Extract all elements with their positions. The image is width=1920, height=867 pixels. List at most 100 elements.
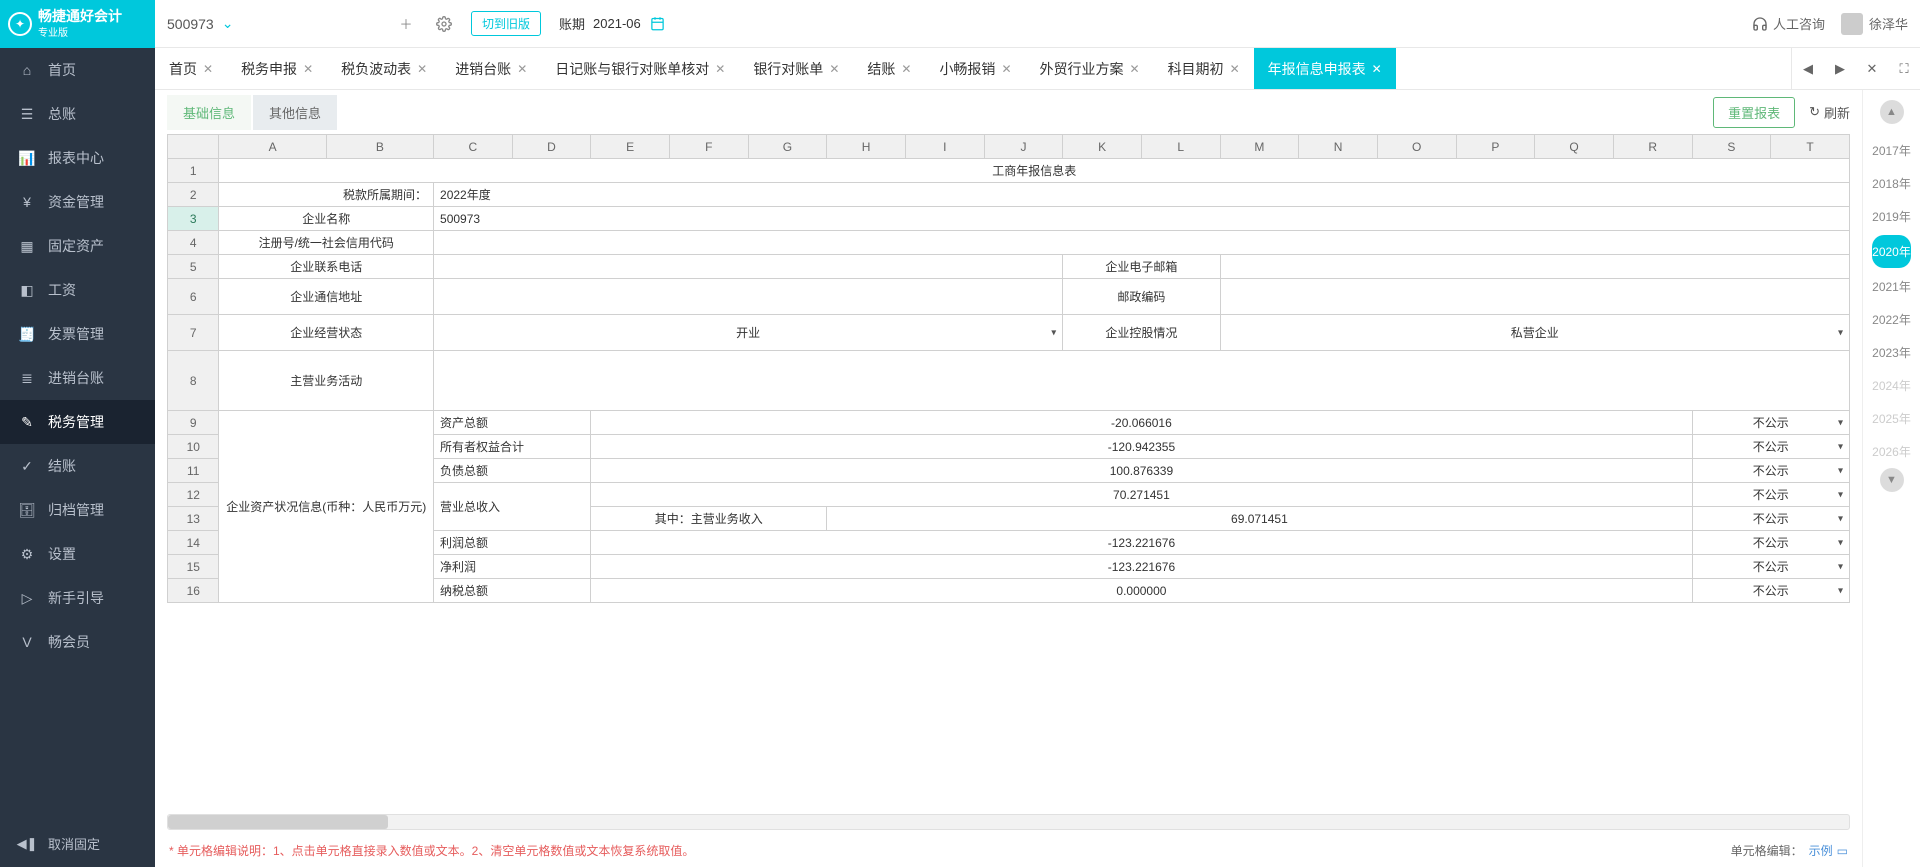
col-P[interactable]: P: [1456, 135, 1535, 159]
year-scroll-up[interactable]: ▲: [1880, 100, 1904, 124]
year-2024年[interactable]: 2024年: [1868, 369, 1915, 402]
year-2020年[interactable]: 2020年: [1872, 235, 1911, 268]
cell-assetrow-disclose-2[interactable]: 不公示: [1692, 459, 1849, 483]
row-2[interactable]: 2: [168, 183, 219, 207]
calendar-icon[interactable]: [647, 13, 669, 35]
sidebar-item-purchase[interactable]: ≣进销台账: [0, 356, 155, 400]
close-icon[interactable]: ✕: [1001, 62, 1011, 76]
row-14[interactable]: 14: [168, 531, 219, 555]
tab-首页[interactable]: 首页✕: [155, 48, 227, 89]
close-icon[interactable]: ✕: [203, 62, 213, 76]
col-M[interactable]: M: [1220, 135, 1299, 159]
sidebar-item-vip[interactable]: V畅会员: [0, 620, 155, 664]
cell-assetrow-value-0[interactable]: -20.066016: [591, 411, 1692, 435]
sidebar-item-salary[interactable]: ◧工资: [0, 268, 155, 312]
sidebar-item-closing[interactable]: ✓结账: [0, 444, 155, 488]
gear-icon[interactable]: [433, 13, 455, 35]
col-E[interactable]: E: [591, 135, 670, 159]
example-link[interactable]: 示例: [1809, 842, 1833, 859]
period-value[interactable]: 2021-06: [593, 16, 641, 31]
horizontal-scrollbar[interactable]: [167, 814, 1850, 830]
close-icon[interactable]: ✕: [303, 62, 313, 76]
row-3[interactable]: 3: [168, 207, 219, 231]
tab-税负波动表[interactable]: 税负波动表✕: [327, 48, 441, 89]
unpin-button[interactable]: ◀❚ 取消固定: [0, 820, 155, 867]
cell-company-value[interactable]: 500973: [434, 207, 1850, 231]
sidebar-item-invoice[interactable]: 🧾发票管理: [0, 312, 155, 356]
spreadsheet[interactable]: ABCDEFGHIJKLMNOPQRST1工商年报信息表2税款所属期间：2022…: [167, 134, 1850, 812]
reset-button[interactable]: 重置报表: [1713, 97, 1795, 128]
row-7[interactable]: 7: [168, 315, 219, 351]
close-icon[interactable]: ✕: [1130, 62, 1140, 76]
tab-进销台账[interactable]: 进销台账✕: [441, 48, 541, 89]
col-H[interactable]: H: [827, 135, 906, 159]
cell-phone-value[interactable]: [434, 255, 1063, 279]
col-D[interactable]: D: [512, 135, 591, 159]
add-icon[interactable]: ＋: [395, 13, 417, 35]
sheet-corner[interactable]: [168, 135, 219, 159]
year-2026年[interactable]: 2026年: [1868, 435, 1915, 468]
tab-外贸行业方案[interactable]: 外贸行业方案✕: [1026, 48, 1154, 89]
col-K[interactable]: K: [1063, 135, 1142, 159]
tab-小畅报销[interactable]: 小畅报销✕: [925, 48, 1025, 89]
col-J[interactable]: J: [984, 135, 1063, 159]
cell-assetrow-disclose-0[interactable]: 不公示: [1692, 411, 1849, 435]
user-menu[interactable]: 徐泽华: [1841, 13, 1908, 35]
sidebar-item-ledger[interactable]: ☰总账: [0, 92, 155, 136]
cell-creditcode-value[interactable]: [434, 231, 1850, 255]
cell-email-value[interactable]: [1220, 255, 1849, 279]
col-O[interactable]: O: [1377, 135, 1456, 159]
tab-close-all[interactable]: ✕: [1856, 61, 1888, 77]
close-icon[interactable]: ✕: [1372, 62, 1382, 76]
sidebar-item-home[interactable]: ⌂首页: [0, 48, 155, 92]
cell-period-value[interactable]: 2022年度: [434, 183, 1850, 207]
cell-postcode-value[interactable]: [1220, 279, 1849, 315]
tab-科目期初[interactable]: 科目期初✕: [1154, 48, 1254, 89]
row-15[interactable]: 15: [168, 555, 219, 579]
old-version-button[interactable]: 切到旧版: [471, 11, 541, 36]
col-S[interactable]: S: [1692, 135, 1771, 159]
close-icon[interactable]: ✕: [901, 62, 911, 76]
tab-结账[interactable]: 结账✕: [853, 48, 925, 89]
row-12[interactable]: 12: [168, 483, 219, 507]
tab-prev[interactable]: ◀: [1792, 61, 1824, 77]
col-I[interactable]: I: [905, 135, 984, 159]
cell-assetrow-disclose-3[interactable]: 不公示: [1692, 483, 1849, 507]
cell-assetrow-value-6[interactable]: 0.000000: [591, 579, 1692, 603]
sheet-tab-basic[interactable]: 基础信息: [167, 95, 251, 130]
sheet-tab-other[interactable]: 其他信息: [253, 95, 337, 130]
col-G[interactable]: G: [748, 135, 827, 159]
year-2019年[interactable]: 2019年: [1868, 200, 1915, 233]
close-icon[interactable]: ✕: [715, 62, 725, 76]
cell-status-value[interactable]: 开业: [434, 315, 1063, 351]
sidebar-item-archive[interactable]: 🗄归档管理: [0, 488, 155, 532]
col-N[interactable]: N: [1299, 135, 1378, 159]
col-F[interactable]: F: [669, 135, 748, 159]
row-1[interactable]: 1: [168, 159, 219, 183]
cell-address-value[interactable]: [434, 279, 1063, 315]
refresh-button[interactable]: ↻ 刷新: [1809, 103, 1850, 122]
tab-银行对账单[interactable]: 银行对账单✕: [739, 48, 853, 89]
row-4[interactable]: 4: [168, 231, 219, 255]
cell-mainbiz-value[interactable]: [434, 351, 1850, 411]
col-T[interactable]: T: [1771, 135, 1850, 159]
col-C[interactable]: C: [434, 135, 513, 159]
company-selector[interactable]: 500973 ⌄: [167, 15, 387, 32]
row-6[interactable]: 6: [168, 279, 219, 315]
cell-assetrow-disclose-1[interactable]: 不公示: [1692, 435, 1849, 459]
col-R[interactable]: R: [1613, 135, 1692, 159]
tab-税务申报[interactable]: 税务申报✕: [227, 48, 327, 89]
sidebar-item-settings[interactable]: ⚙设置: [0, 532, 155, 576]
example-popup-icon[interactable]: ▭: [1837, 844, 1848, 858]
col-L[interactable]: L: [1141, 135, 1220, 159]
col-A[interactable]: A: [219, 135, 326, 159]
sidebar-item-report[interactable]: 📊报表中心: [0, 136, 155, 180]
row-13[interactable]: 13: [168, 507, 219, 531]
year-2025年[interactable]: 2025年: [1868, 402, 1915, 435]
row-5[interactable]: 5: [168, 255, 219, 279]
cell-assetrow-value-5[interactable]: -123.221676: [591, 555, 1692, 579]
year-2018年[interactable]: 2018年: [1868, 167, 1915, 200]
year-scroll-down[interactable]: ▼: [1880, 468, 1904, 492]
tab-next[interactable]: ▶: [1824, 61, 1856, 77]
tab-年报信息申报表[interactable]: 年报信息申报表✕: [1254, 48, 1396, 89]
